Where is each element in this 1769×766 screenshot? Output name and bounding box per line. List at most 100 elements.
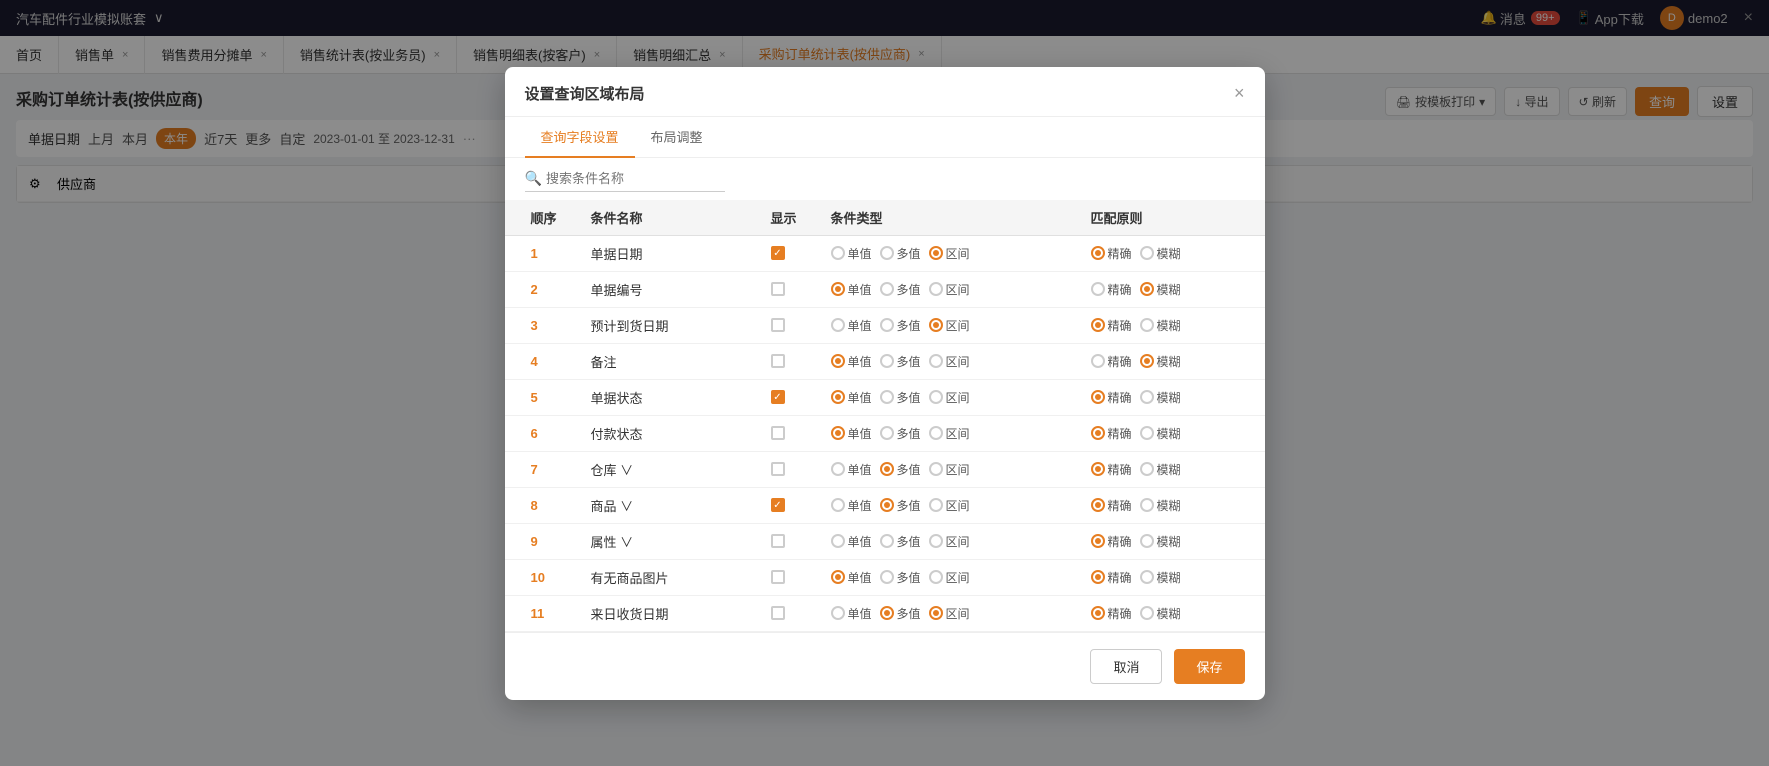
search-input[interactable]	[546, 171, 706, 186]
radio-match-fuzzy[interactable]: 模糊	[1140, 245, 1181, 262]
radio-match-exact[interactable]: 精确	[1091, 389, 1132, 406]
radio-single[interactable]: 单值	[831, 569, 872, 586]
display-checkbox[interactable]	[771, 606, 785, 620]
radio-match-exact[interactable]: 精确	[1091, 533, 1132, 550]
radio-multi[interactable]: 多值	[880, 245, 921, 262]
row-type-cell: 单值多值区间	[825, 273, 1085, 306]
radio-match-exact[interactable]: 精确	[1091, 281, 1132, 298]
radio-single[interactable]: 单值	[831, 605, 872, 622]
row-match-cell: 精确模糊	[1085, 489, 1265, 522]
radio-match-fuzzy[interactable]: 模糊	[1140, 569, 1181, 586]
radio-single[interactable]: 单值	[831, 533, 872, 550]
dialog-header: 设置查询区域布局 ×	[505, 67, 1265, 117]
dialog-tab-layout[interactable]: 布局调整	[635, 117, 719, 158]
radio-single[interactable]: 单值	[831, 389, 872, 406]
row-type-cell: 单值多值区间	[825, 561, 1085, 594]
radio-match-fuzzy[interactable]: 模糊	[1140, 281, 1181, 298]
row-type-cell: 单值多值区间	[825, 345, 1085, 378]
row-display-cell: ✓	[765, 238, 825, 268]
radio-match-fuzzy[interactable]: 模糊	[1140, 389, 1181, 406]
radio-match-fuzzy[interactable]: 模糊	[1140, 605, 1181, 622]
radio-match-fuzzy[interactable]: 模糊	[1140, 353, 1181, 370]
cancel-btn[interactable]: 取消	[1090, 649, 1162, 684]
radio-range[interactable]: 区间	[929, 245, 970, 262]
dialog-close-btn[interactable]: ×	[1234, 84, 1245, 102]
radio-multi[interactable]: 多值	[880, 605, 921, 622]
radio-match-fuzzy[interactable]: 模糊	[1140, 317, 1181, 334]
radio-range[interactable]: 区间	[929, 533, 970, 550]
dialog-table-body: 1单据日期✓单值多值区间精确模糊2单据编号单值多值区间精确模糊3预计到货日期单值…	[505, 236, 1265, 632]
radio-range[interactable]: 区间	[929, 425, 970, 442]
display-checkbox[interactable]	[771, 318, 785, 332]
row-order: 5	[525, 382, 585, 413]
radio-multi[interactable]: 多值	[880, 425, 921, 442]
radio-range[interactable]: 区间	[929, 461, 970, 478]
display-checkbox[interactable]: ✓	[771, 390, 785, 404]
display-checkbox[interactable]	[771, 354, 785, 368]
radio-match-exact[interactable]: 精确	[1091, 245, 1132, 262]
row-name: 仓库 ∨	[585, 452, 765, 487]
radio-multi[interactable]: 多值	[880, 569, 921, 586]
radio-single[interactable]: 单值	[831, 353, 872, 370]
radio-single[interactable]: 单值	[831, 497, 872, 514]
radio-single[interactable]: 单值	[831, 317, 872, 334]
radio-match-exact[interactable]: 精确	[1091, 461, 1132, 478]
radio-single[interactable]: 单值	[831, 245, 872, 262]
table-row: 9属性 ∨单值多值区间精确模糊	[505, 524, 1265, 560]
row-name: 有无商品图片	[585, 560, 765, 595]
display-checkbox[interactable]: ✓	[771, 246, 785, 260]
radio-multi[interactable]: 多值	[880, 281, 921, 298]
search-input-wrap: 🔍	[525, 170, 725, 192]
radio-match-exact[interactable]: 精确	[1091, 353, 1132, 370]
radio-range[interactable]: 区间	[929, 389, 970, 406]
row-display-cell	[765, 562, 825, 592]
dialog-tab-query-fields[interactable]: 查询字段设置	[525, 117, 635, 158]
row-order: 7	[525, 454, 585, 485]
col-header-name: 条件名称	[585, 200, 765, 235]
radio-range[interactable]: 区间	[929, 317, 970, 334]
row-order: 2	[525, 274, 585, 305]
radio-multi[interactable]: 多值	[880, 533, 921, 550]
radio-single[interactable]: 单值	[831, 461, 872, 478]
row-match-cell: 精确模糊	[1085, 237, 1265, 270]
radio-multi[interactable]: 多值	[880, 497, 921, 514]
row-match-cell: 精确模糊	[1085, 525, 1265, 558]
radio-multi[interactable]: 多值	[880, 317, 921, 334]
radio-range[interactable]: 区间	[929, 497, 970, 514]
radio-single[interactable]: 单值	[831, 281, 872, 298]
display-checkbox[interactable]	[771, 282, 785, 296]
row-order: 9	[525, 526, 585, 557]
radio-single[interactable]: 单值	[831, 425, 872, 442]
radio-match-fuzzy[interactable]: 模糊	[1140, 425, 1181, 442]
radio-match-exact[interactable]: 精确	[1091, 497, 1132, 514]
display-checkbox[interactable]	[771, 462, 785, 476]
radio-match-exact[interactable]: 精确	[1091, 569, 1132, 586]
radio-range[interactable]: 区间	[929, 353, 970, 370]
display-checkbox[interactable]	[771, 426, 785, 440]
table-row: 10有无商品图片单值多值区间精确模糊	[505, 560, 1265, 596]
radio-match-fuzzy[interactable]: 模糊	[1140, 461, 1181, 478]
table-row: 4备注单值多值区间精确模糊	[505, 344, 1265, 380]
radio-multi[interactable]: 多值	[880, 389, 921, 406]
radio-multi[interactable]: 多值	[880, 353, 921, 370]
radio-match-exact[interactable]: 精确	[1091, 605, 1132, 622]
radio-match-exact[interactable]: 精确	[1091, 425, 1132, 442]
display-checkbox[interactable]	[771, 570, 785, 584]
radio-match-exact[interactable]: 精确	[1091, 317, 1132, 334]
col-header-order: 顺序	[525, 200, 585, 235]
row-type-cell: 单值多值区间	[825, 525, 1085, 558]
radio-match-fuzzy[interactable]: 模糊	[1140, 497, 1181, 514]
radio-range[interactable]: 区间	[929, 605, 970, 622]
display-checkbox[interactable]	[771, 534, 785, 548]
row-order: 10	[525, 562, 585, 593]
col-header-display: 显示	[765, 200, 825, 235]
radio-multi[interactable]: 多值	[880, 461, 921, 478]
row-order: 3	[525, 310, 585, 341]
radio-range[interactable]: 区间	[929, 569, 970, 586]
radio-match-fuzzy[interactable]: 模糊	[1140, 533, 1181, 550]
table-row: 1单据日期✓单值多值区间精确模糊	[505, 236, 1265, 272]
radio-range[interactable]: 区间	[929, 281, 970, 298]
save-btn[interactable]: 保存	[1174, 649, 1244, 684]
display-checkbox[interactable]: ✓	[771, 498, 785, 512]
row-type-cell: 单值多值区间	[825, 237, 1085, 270]
